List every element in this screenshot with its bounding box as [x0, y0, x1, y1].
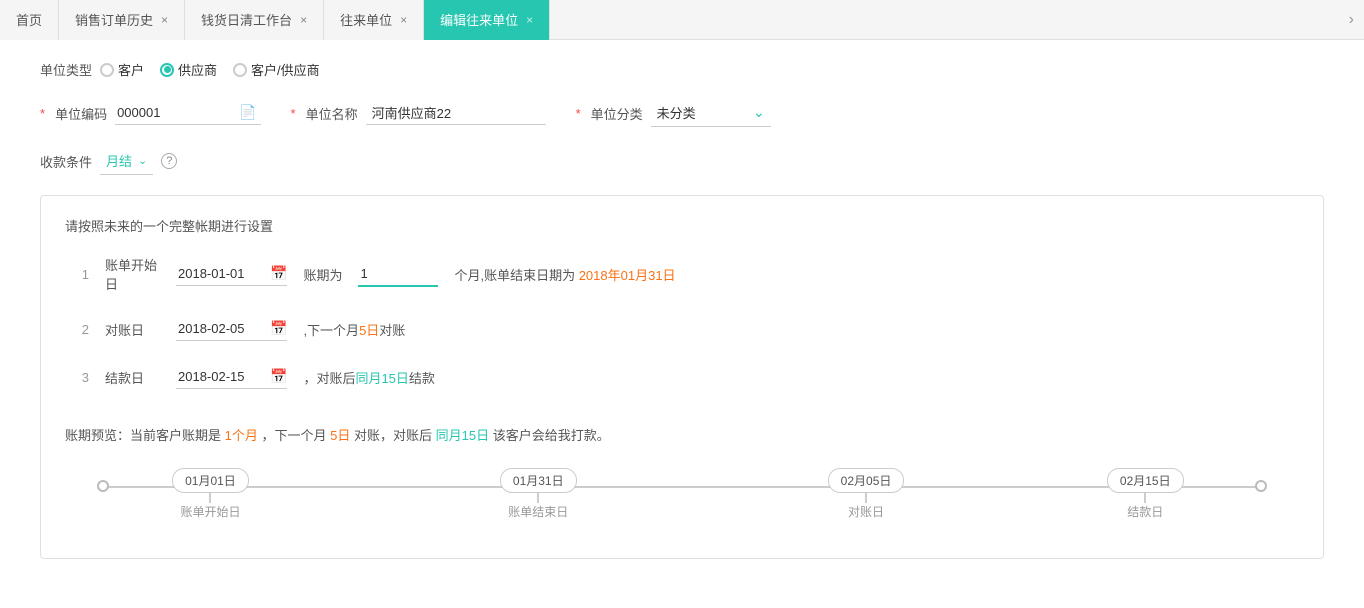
radio-supplier-circle: [160, 63, 174, 77]
period-num-3: 3: [73, 370, 89, 385]
reconcile-date-input-group: 📅: [176, 317, 287, 341]
period-num-1: 1: [73, 267, 89, 282]
start-date-input-group: 📅: [176, 262, 287, 286]
payment-terms-row: 收款条件 月结 ⌄ ?: [40, 147, 1324, 175]
payment-terms-arrow-icon: ⌄: [138, 154, 147, 167]
payment-terms-help-icon[interactable]: ?: [161, 153, 177, 169]
timeline-pill-4: 02月15日: [1107, 468, 1184, 493]
timeline-pill-2: 01月31日: [500, 468, 577, 493]
preview-text: 账期预览：当前客户账期是 1个月 ，下一个月 5日 对账，对账后 同月15日 该…: [65, 425, 1299, 444]
timeline: 01月01日 账单开始日 01月31日 账单结束日 02月05日 对账日: [75, 468, 1289, 538]
timeline-label-4: 结款日: [1127, 503, 1163, 520]
unit-category-arrow-icon: ⌄: [753, 104, 765, 121]
unit-category-label: 单位分类: [591, 104, 643, 123]
close-partners[interactable]: ×: [400, 13, 407, 27]
timeline-node-4: 02月15日 结款日: [1107, 468, 1184, 520]
timeline-label-1: 账单开始日: [180, 503, 240, 520]
timeline-vline-2: [537, 493, 539, 503]
close-sales-history[interactable]: ×: [161, 13, 168, 27]
unit-code-group: * 单位编码 📄: [40, 101, 261, 125]
unit-category-dropdown[interactable]: 未分类 ⌄: [651, 99, 771, 127]
unit-category-star: *: [576, 106, 581, 121]
period-prefix: 账期为: [303, 265, 342, 284]
unit-name-label: 单位名称: [306, 104, 358, 123]
timeline-vline-1: [209, 493, 211, 503]
timeline-node-3: 02月05日 对账日: [828, 468, 905, 520]
period-row-3: 3 结款日 📅 ，对账后同月15日结款: [65, 365, 1299, 389]
tab-sales-history[interactable]: 销售订单历史 ×: [59, 0, 185, 40]
radio-both[interactable]: 客户/供应商: [233, 60, 320, 79]
payment-terms-value: 月结: [106, 151, 132, 170]
timeline-node-1: 01月01日 账单开始日: [172, 468, 249, 520]
timeline-node-2: 01月31日 账单结束日: [500, 468, 577, 520]
timeline-label-2: 账单结束日: [508, 503, 568, 520]
unit-code-icon[interactable]: 📄: [235, 104, 260, 121]
unit-type-group: 单位类型 客户 供应商 客户/供应商: [40, 60, 320, 79]
period-months-input[interactable]: [358, 262, 438, 287]
period-label-2: 对账日: [105, 320, 160, 339]
radio-supplier-label: 供应商: [178, 60, 217, 79]
payment-terms-dropdown[interactable]: 月结 ⌄: [100, 147, 153, 175]
radio-group-unit-type: 客户 供应商 客户/供应商: [100, 60, 320, 79]
period-suffix: 个月,账单结束日期为 2018年01月31日: [454, 265, 675, 284]
settlement-date-input-group: 📅: [176, 365, 287, 389]
timeline-label-3: 对账日: [848, 503, 884, 520]
period-num-2: 2: [73, 322, 89, 337]
unit-category-group: * 单位分类 未分类 ⌄: [576, 99, 771, 127]
reconcile-date-input[interactable]: [176, 317, 266, 340]
unit-type-row: 单位类型 客户 供应商 客户/供应商: [40, 60, 1324, 79]
period-label-3: 结款日: [105, 368, 160, 387]
unit-category-value: 未分类: [657, 103, 747, 122]
timeline-pill-3: 02月05日: [828, 468, 905, 493]
timeline-pill-1: 01月01日: [172, 468, 249, 493]
tab-home[interactable]: 首页: [0, 0, 59, 40]
unit-code-label: 单位编码: [55, 104, 107, 123]
unit-name-input[interactable]: [366, 101, 546, 125]
radio-both-label: 客户/供应商: [251, 60, 320, 79]
reconcile-date-calendar-icon[interactable]: 📅: [270, 320, 287, 337]
period-row-2: 2 对账日 📅 ,下一个月5日对账: [65, 317, 1299, 341]
unit-name-star: *: [291, 106, 296, 121]
settlement-date-input[interactable]: [176, 365, 266, 388]
main-content: 单位类型 客户 供应商 客户/供应商 * 单位编码: [0, 40, 1364, 608]
reconcile-suffix: ,下一个月5日对账: [303, 320, 405, 339]
unit-code-input[interactable]: [115, 101, 235, 124]
timeline-dot-right: [1255, 480, 1267, 492]
unit-type-label: 单位类型: [40, 60, 92, 79]
radio-supplier[interactable]: 供应商: [160, 60, 217, 79]
payment-terms-label: 收款条件: [40, 152, 92, 171]
period-row-1: 1 账单开始日 📅 账期为 个月,账单结束日期为 2018年01月31日: [65, 255, 1299, 293]
settlement-suffix: ，对账后同月15日结款: [303, 368, 435, 387]
radio-customer[interactable]: 客户: [100, 60, 144, 79]
radio-customer-circle: [100, 63, 114, 77]
preview-section: 账期预览：当前客户账期是 1个月 ，下一个月 5日 对账，对账后 同月15日 该…: [65, 413, 1299, 538]
settlement-date-calendar-icon[interactable]: 📅: [270, 368, 287, 385]
timeline-line: [105, 486, 1259, 488]
radio-customer-label: 客户: [118, 60, 144, 79]
unit-code-row: * 单位编码 📄 * 单位名称 * 单位分类 未分类 ⌄: [40, 99, 1324, 127]
unit-name-group: * 单位名称: [291, 101, 546, 125]
tab-partners[interactable]: 往来单位 ×: [324, 0, 424, 40]
tab-edit-partner[interactable]: 编辑往来单位 ×: [424, 0, 550, 40]
unit-code-input-wrapper: 📄: [115, 101, 260, 125]
timeline-vline-4: [1144, 493, 1146, 503]
tab-cash-work[interactable]: 钱货日清工作台 ×: [185, 0, 324, 40]
timeline-vline-3: [865, 493, 867, 503]
close-cash-work[interactable]: ×: [300, 13, 307, 27]
tab-nav-arrow[interactable]: ›: [1339, 11, 1364, 29]
payment-terms-group: 收款条件 月结 ⌄ ?: [40, 147, 177, 175]
start-date-calendar-icon[interactable]: 📅: [270, 265, 287, 282]
period-label-1: 账单开始日: [105, 255, 160, 293]
unit-code-star: *: [40, 106, 45, 121]
period-section: 请按照未来的一个完整帐期进行设置 1 账单开始日 📅 账期为 个月,账单结束日期…: [40, 195, 1324, 559]
tab-bar: 首页 销售订单历史 × 钱货日清工作台 × 往来单位 × 编辑往来单位 × ›: [0, 0, 1364, 40]
period-end-date: 2018年01月31日: [579, 268, 676, 283]
start-date-input[interactable]: [176, 262, 266, 285]
section-title: 请按照未来的一个完整帐期进行设置: [65, 216, 1299, 235]
radio-both-circle: [233, 63, 247, 77]
timeline-dot-left: [97, 480, 109, 492]
close-edit-partner[interactable]: ×: [526, 13, 533, 27]
